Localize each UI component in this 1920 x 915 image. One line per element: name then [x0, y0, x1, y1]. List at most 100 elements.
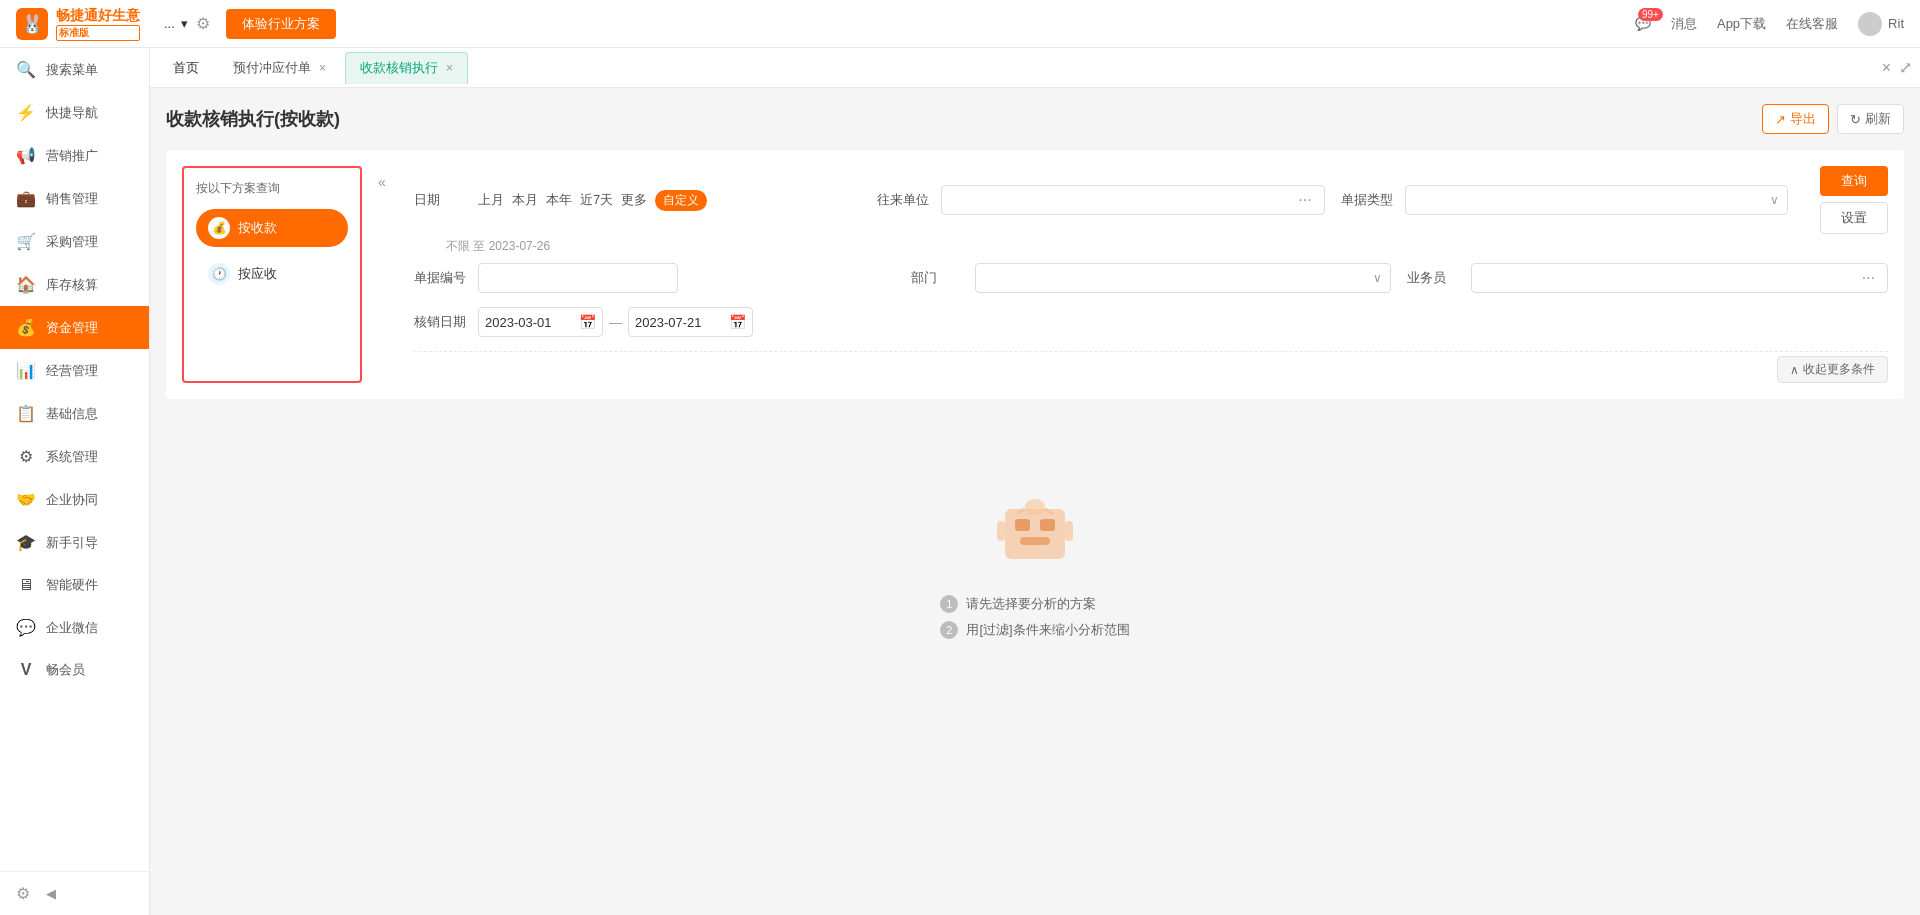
tip-1-text: 请先选择要分析的方案 — [966, 595, 1096, 613]
sidebar-label-basic-info: 基础信息 — [46, 405, 98, 423]
svg-rect-4 — [997, 521, 1005, 541]
vouchertype-chevron: ∨ — [1770, 193, 1779, 207]
filter-option-by-receipt[interactable]: 💰 按收款 — [196, 209, 348, 247]
message-icon-wrap[interactable]: 💬 99+ — [1635, 16, 1651, 31]
shortcut-more[interactable]: 更多 — [621, 191, 647, 209]
filter-collapse-btn[interactable]: « — [378, 166, 398, 383]
tab-collection-close[interactable]: × — [446, 61, 453, 75]
verify-date-range: 📅 — 📅 — [478, 307, 753, 337]
dept-select[interactable]: ∨ — [975, 263, 1392, 293]
marketing-icon: 📢 — [16, 146, 36, 165]
sidebar-item-basic-info[interactable]: 📋 基础信息 — [0, 392, 149, 435]
staff-select[interactable]: ··· — [1471, 263, 1888, 293]
shortcut-this-year[interactable]: 本年 — [546, 191, 572, 209]
staff-dots[interactable]: ··· — [1858, 269, 1879, 287]
app-download-link[interactable]: App下载 — [1717, 15, 1766, 33]
empty-illustration — [975, 479, 1095, 579]
receipt-icon: 💰 — [208, 217, 230, 239]
calendar-start-icon[interactable]: 📅 — [579, 314, 596, 330]
shortcut-7days[interactable]: 近7天 — [580, 191, 613, 209]
tip-2-text: 用[过滤]条件来缩小分析范围 — [966, 621, 1129, 639]
more-conditions-row: ∧ 收起更多条件 — [414, 351, 1888, 383]
verify-start-input[interactable] — [485, 315, 575, 330]
tab-home-label: 首页 — [173, 59, 199, 77]
svg-rect-5 — [1065, 521, 1073, 541]
staff-label: 业务员 — [1407, 269, 1463, 287]
sidebar-item-inventory[interactable]: 🏠 库存核算 — [0, 263, 149, 306]
export-button[interactable]: ↗ 导出 — [1762, 104, 1829, 134]
user-area[interactable]: Rit — [1858, 12, 1904, 36]
filter-option-receivable-label: 按应收 — [238, 265, 277, 283]
sidebar-item-search[interactable]: 🔍 搜索菜单 — [0, 48, 149, 91]
page-content: 收款核销执行(按收款) ↗ 导出 ↻ 刷新 按以下方案查询 — [150, 88, 1920, 915]
gear-icon[interactable]: ⚙ — [196, 14, 210, 33]
purchase-icon: 🛒 — [16, 232, 36, 251]
tab-expand-icon[interactable]: ⤢ — [1899, 58, 1912, 77]
sidebar-label-marketing: 营销推广 — [46, 147, 98, 165]
voucherno-input[interactable] — [478, 263, 678, 293]
tab-collection[interactable]: 收款核销执行 × — [345, 52, 468, 84]
filter-option-by-receivable[interactable]: 🕐 按应收 — [196, 255, 348, 293]
verify-end-input-wrap: 📅 — [628, 307, 753, 337]
tab-prepaid-close[interactable]: × — [319, 61, 326, 75]
filter-btn-group: 查询 设置 — [1820, 166, 1888, 234]
sidebar-item-sales[interactable]: 💼 销售管理 — [0, 177, 149, 220]
settings-button[interactable]: 设置 — [1820, 202, 1888, 234]
sidebar-label-quicknav: 快捷导航 — [46, 104, 98, 122]
query-button[interactable]: 查询 — [1820, 166, 1888, 196]
sidebar-item-quicknav[interactable]: ⚡ 快捷导航 — [0, 91, 149, 134]
sidebar-label-guide: 新手引导 — [46, 534, 98, 552]
logo-icon: 🐰 — [16, 8, 48, 40]
tab-home[interactable]: 首页 — [158, 52, 214, 84]
finance-icon: 💰 — [16, 318, 36, 337]
refresh-icon: ↻ — [1850, 112, 1861, 127]
partner-select[interactable]: ··· — [941, 185, 1324, 215]
tab-prepaid[interactable]: 预付冲应付单 × — [218, 52, 341, 84]
message-badge: 99+ — [1638, 8, 1663, 21]
vouchertype-select[interactable]: ∨ — [1405, 185, 1788, 215]
more-conditions-label: 收起更多条件 — [1803, 361, 1875, 378]
sidebar-item-marketing[interactable]: 📢 营销推广 — [0, 134, 149, 177]
sidebar-item-guide[interactable]: 🎓 新手引导 — [0, 521, 149, 564]
refresh-button[interactable]: ↻ 刷新 — [1837, 104, 1904, 134]
filter-row-2: 单据编号 部门 ∨ 业务员 — [414, 263, 1888, 293]
verifydate-label: 核销日期 — [414, 313, 470, 331]
verify-start-input-wrap: 📅 — [478, 307, 603, 337]
sidebar-settings-icon[interactable]: ⚙ — [16, 884, 30, 903]
sidebar-item-finance[interactable]: 💰 资金管理 — [0, 306, 149, 349]
main-layout: 🔍 搜索菜单 ⚡ 快捷导航 📢 营销推广 💼 销售管理 🛒 采购管理 🏠 库存核… — [0, 48, 1920, 915]
sidebar-collapse-icon[interactable]: ◀ — [46, 886, 56, 901]
tab-close-icon[interactable]: × — [1882, 59, 1891, 77]
online-service-link[interactable]: 在线客服 — [1786, 15, 1838, 33]
verify-end-input[interactable] — [635, 315, 725, 330]
quicknav-icon: ⚡ — [16, 103, 36, 122]
partner-dots[interactable]: ··· — [1294, 191, 1315, 209]
industry-btn[interactable]: 体验行业方案 — [226, 9, 336, 39]
company-selector[interactable]: ... ▾ — [164, 16, 188, 31]
filter-voucherno-field: 单据编号 — [414, 263, 895, 293]
shortcut-last-month[interactable]: 上月 — [478, 191, 504, 209]
collapse-icon: « — [378, 174, 386, 190]
page-actions: ↗ 导出 ↻ 刷新 — [1762, 104, 1904, 134]
sidebar-item-hardware[interactable]: 🖥 智能硬件 — [0, 564, 149, 606]
sidebar-label-finance: 资金管理 — [46, 319, 98, 337]
calendar-end-icon[interactable]: 📅 — [729, 314, 746, 330]
shortcut-custom[interactable]: 自定义 — [655, 190, 707, 211]
sidebar-label-wechat: 企业微信 — [46, 619, 98, 637]
empty-state: 1 请先选择要分析的方案 2 用[过滤]条件来缩小分析范围 — [166, 399, 1904, 719]
search-icon: 🔍 — [16, 60, 36, 79]
sidebar-item-wechat[interactable]: 💬 企业微信 — [0, 606, 149, 649]
shortcut-this-month[interactable]: 本月 — [512, 191, 538, 209]
sidebar-item-operations[interactable]: 📊 经营管理 — [0, 349, 149, 392]
more-conditions-btn[interactable]: ∧ 收起更多条件 — [1777, 356, 1888, 383]
sidebar-item-member[interactable]: V 畅会员 — [0, 649, 149, 691]
dept-label: 部门 — [911, 269, 967, 287]
dept-chevron: ∨ — [1373, 271, 1382, 285]
empty-tips: 1 请先选择要分析的方案 2 用[过滤]条件来缩小分析范围 — [940, 595, 1129, 639]
sidebar-item-system[interactable]: ⚙ 系统管理 — [0, 435, 149, 478]
sidebar-item-purchase[interactable]: 🛒 采购管理 — [0, 220, 149, 263]
sidebar-item-collab[interactable]: 🤝 企业协同 — [0, 478, 149, 521]
chevron-down-icon: ▾ — [181, 16, 188, 31]
basic-info-icon: 📋 — [16, 404, 36, 423]
filter-option-receipt-label: 按收款 — [238, 219, 277, 237]
